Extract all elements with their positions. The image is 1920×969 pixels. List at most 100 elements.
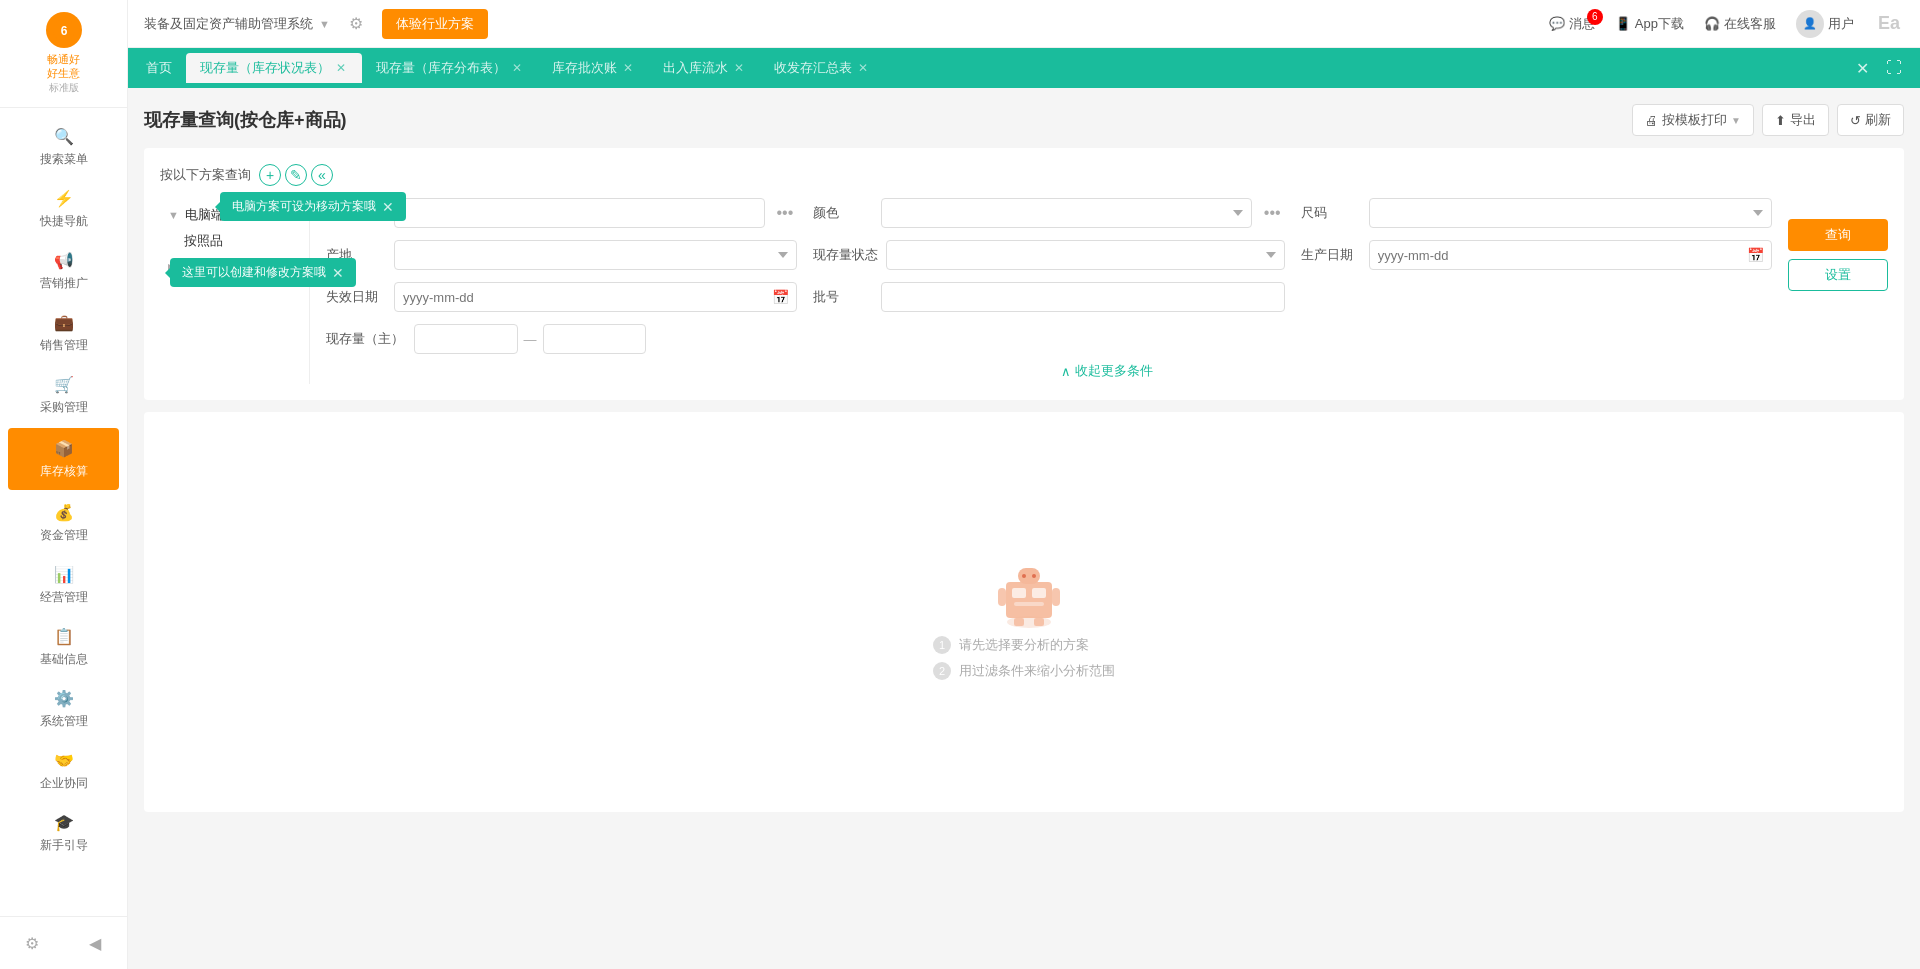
sidebar-item-search[interactable]: 🔍 搜索菜单	[0, 116, 127, 178]
color-select[interactable]	[881, 198, 1252, 228]
close-tab-icon[interactable]: ✕	[856, 61, 870, 75]
color-more-icon[interactable]: •••	[1260, 204, 1285, 222]
page-content: 现存量查询(按仓库+商品) 🖨 按模板打印 ▼ ⬆ 导出 ↺ 刷新	[128, 88, 1920, 969]
add-scheme-button[interactable]: +	[259, 164, 281, 186]
tab-close-all-button[interactable]: ✕	[1848, 54, 1876, 82]
product-more-icon[interactable]: •••	[773, 204, 798, 222]
system-name[interactable]: 装备及固定资产辅助管理系统 ▼	[144, 15, 330, 33]
sidebar-item-inventory[interactable]: 📦 库存核算	[8, 428, 119, 490]
page-header: 现存量查询(按仓库+商品) 🖨 按模板打印 ▼ ⬆ 导出 ↺ 刷新	[144, 104, 1904, 136]
tab-inout-flow[interactable]: 出入库流水 ✕	[649, 53, 760, 83]
svg-rect-11	[1052, 588, 1060, 606]
origin-select[interactable]	[394, 240, 797, 270]
query-button[interactable]: 查询	[1788, 219, 1888, 251]
sidebar-item-shortcuts[interactable]: ⚡ 快捷导航	[0, 178, 127, 240]
tab-current-stock-distribution[interactable]: 现存量（库存分布表） ✕	[362, 53, 538, 83]
stock-main-max-input[interactable]	[543, 324, 647, 354]
stock-main-min-input[interactable]	[414, 324, 518, 354]
message-icon: 💬	[1549, 16, 1565, 31]
pc-scheme-arrow-icon: ▼	[168, 209, 179, 221]
newbie-icon: 🎓	[53, 812, 75, 834]
tab-inventory-batch[interactable]: 库存批次账 ✕	[538, 53, 649, 83]
purchase-icon: 🛒	[53, 374, 75, 396]
message-button[interactable]: 💬 消息 6	[1549, 15, 1595, 33]
collapse-bar[interactable]: ∧ 收起更多条件	[326, 354, 1888, 384]
online-service-button[interactable]: 🎧 在线客服	[1704, 15, 1776, 33]
online-service-label: 在线客服	[1724, 15, 1776, 33]
sidebar-item-newbie[interactable]: 🎓 新手引导	[0, 802, 127, 864]
sidebar-item-operations[interactable]: 📊 经营管理	[0, 554, 127, 616]
print-chevron-icon: ▼	[1731, 115, 1741, 126]
scheme-pc-child[interactable]: 按照品	[160, 228, 297, 254]
shortcuts-icon: ⚡	[53, 188, 75, 210]
filter-color: 颜色 •••	[813, 198, 1284, 228]
tab-home[interactable]: 首页	[132, 53, 186, 83]
stock-status-select[interactable]	[886, 240, 1284, 270]
produce-date-input[interactable]	[1369, 240, 1772, 270]
svg-point-8	[1022, 574, 1026, 578]
marketing-icon: 📢	[53, 250, 75, 272]
industry-button[interactable]: 体验行业方案	[382, 9, 488, 39]
print-button[interactable]: 🖨 按模板打印 ▼	[1632, 104, 1754, 136]
sidebar-item-label: 企业协同	[40, 775, 88, 792]
app-download-button[interactable]: 📱 App下载	[1615, 15, 1684, 33]
sidebar-item-label: 经营管理	[40, 589, 88, 606]
tab-stock-summary[interactable]: 收发存汇总表 ✕	[760, 53, 884, 83]
sidebar-item-purchase[interactable]: 🛒 采购管理	[0, 364, 127, 426]
enterprise-icon: 🤝	[53, 750, 75, 772]
sidebar-item-enterprise[interactable]: 🤝 企业协同	[0, 740, 127, 802]
tab-current-stock-status[interactable]: 现存量（库存状况表） ✕	[186, 53, 362, 83]
close-tab-icon[interactable]: ✕	[732, 61, 746, 75]
ea-label: Ea	[1874, 13, 1904, 34]
sidebar-item-sales[interactable]: 💼 销售管理	[0, 302, 127, 364]
search-menu-icon: 🔍	[53, 126, 75, 148]
refresh-button[interactable]: ↺ 刷新	[1837, 104, 1904, 136]
product-input[interactable]	[394, 198, 765, 228]
filter-header: 按以下方案查询 + ✎ « 电脑方案可设为移动方案哦 ✕	[160, 164, 1888, 186]
batch-input[interactable]	[881, 282, 1284, 312]
empty-icon	[984, 544, 1064, 624]
close-tab-icon[interactable]: ✕	[334, 61, 348, 75]
reset-button[interactable]: 设置	[1788, 259, 1888, 291]
size-select[interactable]	[1369, 198, 1772, 228]
tooltip-edit-close-button[interactable]: ✕	[332, 265, 344, 281]
filter-body: ▼ 电脑端方案 按照品 ▶ 移动端方案 这里可以创建和修改方案哦	[160, 198, 1888, 384]
filter-produce-date: 生产日期 📅	[1301, 240, 1772, 270]
sidebar: 6 畅通好 好生意 标准版 🔍 搜索菜单 ⚡ 快捷导航 📢 营销推广 💼 销售管…	[0, 0, 128, 969]
sidebar-item-finance[interactable]: 💰 资金管理	[0, 492, 127, 554]
sidebar-settings-button[interactable]: ⚙	[18, 929, 46, 957]
sidebar-collapse-button[interactable]: ◀	[81, 929, 109, 957]
close-tab-icon[interactable]: ✕	[510, 61, 524, 75]
svg-rect-6	[1014, 602, 1044, 606]
collapse-label: 收起更多条件	[1075, 362, 1153, 380]
print-icon: 🖨	[1645, 113, 1658, 128]
produce-date-calendar-icon[interactable]: 📅	[1747, 247, 1764, 263]
tabbar: 首页 现存量（库存状况表） ✕ 现存量（库存分布表） ✕ 库存批次账 ✕ 出入库…	[128, 48, 1920, 88]
filter-right-panel: 商品 ••• 颜色 •••	[310, 198, 1888, 384]
tooltip-scheme-close-button[interactable]: ✕	[382, 199, 394, 215]
filter-stock-main: 现存量（主） —	[326, 324, 646, 354]
svg-point-9	[1032, 574, 1036, 578]
sidebar-item-basic-info[interactable]: 📋 基础信息	[0, 616, 127, 678]
settings-button[interactable]: ⚙	[342, 10, 370, 38]
stock-main-label: 现存量（主）	[326, 330, 406, 348]
expire-date-input[interactable]	[394, 282, 797, 312]
sidebar-item-system[interactable]: ⚙️ 系统管理	[0, 678, 127, 740]
filter-batch: 批号	[813, 282, 1284, 312]
user-menu[interactable]: 👤 用户	[1796, 10, 1854, 38]
sidebar-item-label: 新手引导	[40, 837, 88, 854]
header-actions: 🖨 按模板打印 ▼ ⬆ 导出 ↺ 刷新	[1632, 104, 1904, 136]
export-button[interactable]: ⬆ 导出	[1762, 104, 1829, 136]
svg-rect-4	[1012, 588, 1026, 598]
close-tab-icon[interactable]: ✕	[621, 61, 635, 75]
filter-label: 按以下方案查询	[160, 166, 251, 184]
empty-tip-1: 1 请先选择要分析的方案	[933, 636, 1115, 654]
system-name-chevron-icon: ▼	[319, 18, 330, 30]
tab-fullscreen-button[interactable]: ⛶	[1880, 54, 1908, 82]
message-badge: 6	[1587, 9, 1603, 25]
expire-date-calendar-icon[interactable]: 📅	[772, 289, 789, 305]
edit-scheme-button[interactable]: ✎	[285, 164, 307, 186]
app-download-label: App下载	[1635, 15, 1684, 33]
sidebar-item-marketing[interactable]: 📢 营销推广	[0, 240, 127, 302]
back-scheme-button[interactable]: «	[311, 164, 333, 186]
